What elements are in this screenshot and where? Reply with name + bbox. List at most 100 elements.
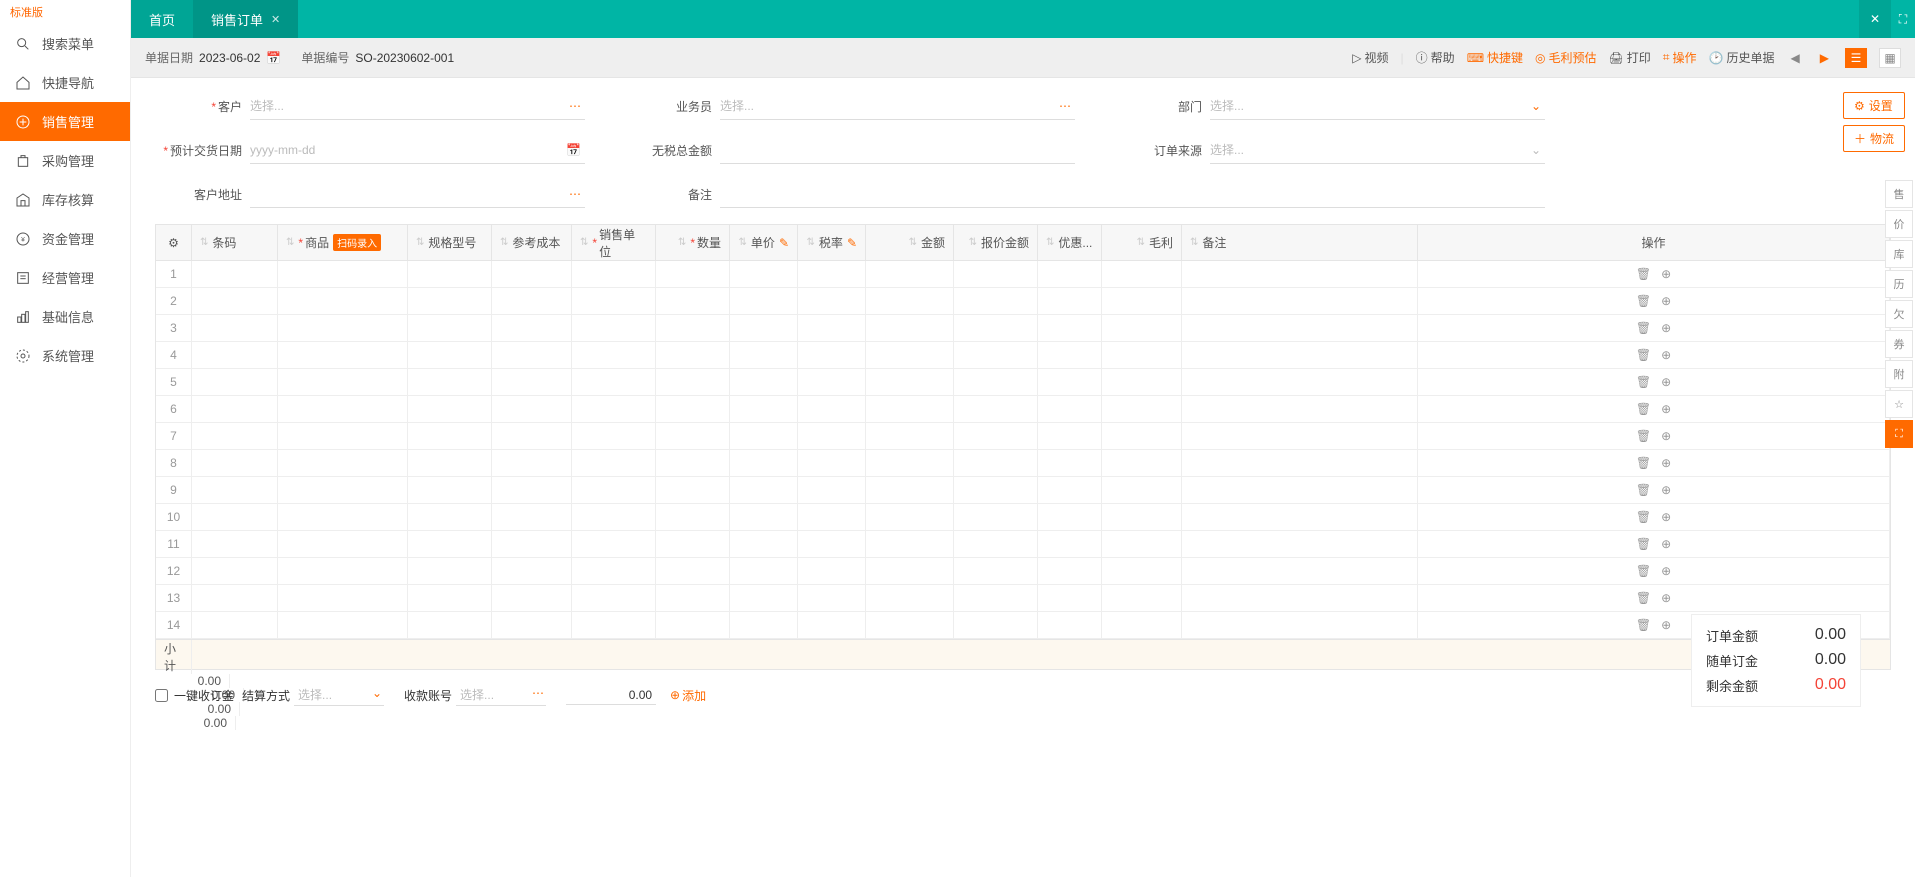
th-unit[interactable]: ⇅*销售单位 [572,225,656,260]
salesperson-input[interactable] [720,92,1055,119]
cell-amount[interactable] [866,558,954,584]
cell-quoteamt[interactable] [954,315,1038,341]
cell-product[interactable] [278,558,408,584]
cell-qty[interactable] [656,558,730,584]
table-row[interactable]: 14🗑⊕ [156,612,1890,639]
cell-unit[interactable] [572,504,656,530]
cell-unit[interactable] [572,477,656,503]
cell-spec[interactable] [408,612,492,638]
cell-refcost[interactable] [492,612,572,638]
doc-date-value[interactable]: 2023-06-02 [199,51,260,65]
cell-remark[interactable] [1182,342,1418,368]
cell-gross[interactable] [1102,288,1182,314]
cell-amount[interactable] [866,504,954,530]
ellipsis-icon[interactable]: ⋯ [565,99,585,113]
fullscreen-icon[interactable]: ⛶ [1891,12,1915,27]
copy-icon[interactable]: ⊕ [1661,429,1671,443]
cell-discount[interactable] [1038,342,1102,368]
delivery-input[interactable] [250,136,562,163]
cell-gross[interactable] [1102,558,1182,584]
cell-price[interactable] [730,585,798,611]
chevron-down-icon[interactable]: ⌄ [1527,99,1545,113]
cell-gross[interactable] [1102,450,1182,476]
cell-refcost[interactable] [492,423,572,449]
cell-refcost[interactable] [492,261,572,287]
copy-icon[interactable]: ⊕ [1661,537,1671,551]
cell-qty[interactable] [656,315,730,341]
cell-spec[interactable] [408,558,492,584]
delete-icon[interactable]: 🗑 [1636,429,1651,443]
ellipsis-icon[interactable]: ⋯ [565,187,585,201]
delete-icon[interactable]: 🗑 [1636,618,1651,632]
cell-remark[interactable] [1182,531,1418,557]
tool-video[interactable]: ▷ 视频 [1352,49,1388,66]
delete-icon[interactable]: 🗑 [1636,402,1651,416]
cell-remark[interactable] [1182,369,1418,395]
cell-spec[interactable] [408,288,492,314]
cell-spec[interactable] [408,369,492,395]
customer-input[interactable] [250,92,565,119]
cell-amount[interactable] [866,261,954,287]
cell-discount[interactable] [1038,477,1102,503]
sidebar-item-search[interactable]: 搜索菜单 [0,24,130,63]
cell-refcost[interactable] [492,477,572,503]
cell-amount[interactable] [866,315,954,341]
cell-remark[interactable] [1182,477,1418,503]
cell-unit[interactable] [572,423,656,449]
cell-gross[interactable] [1102,585,1182,611]
cell-price[interactable] [730,342,798,368]
cell-remark[interactable] [1182,288,1418,314]
cell-unit[interactable] [572,531,656,557]
ellipsis-icon[interactable]: ⋯ [1055,99,1075,113]
cell-discount[interactable] [1038,585,1102,611]
dept-input[interactable] [1210,92,1527,119]
copy-icon[interactable]: ⊕ [1661,375,1671,389]
cell-product[interactable] [278,531,408,557]
table-row[interactable]: 2🗑⊕ [156,288,1890,315]
cell-product[interactable] [278,423,408,449]
cell-refcost[interactable] [492,531,572,557]
cell-unit[interactable] [572,261,656,287]
sidebar-item-finance[interactable]: ¥资金管理 [0,219,130,258]
cell-tax[interactable] [798,612,866,638]
cell-barcode[interactable] [192,396,278,422]
th-quoteamt[interactable]: ⇅报价金额 [954,225,1038,260]
cell-price[interactable] [730,450,798,476]
sidebar-item-home[interactable]: 快捷导航 [0,63,130,102]
cell-product[interactable] [278,450,408,476]
dock-item-1[interactable]: 价 [1885,210,1913,238]
cell-discount[interactable] [1038,369,1102,395]
tool-operate[interactable]: ⌗ 操作 [1663,49,1697,66]
cell-price[interactable] [730,612,798,638]
delete-icon[interactable]: 🗑 [1636,267,1651,281]
cell-quoteamt[interactable] [954,612,1038,638]
cell-price[interactable] [730,369,798,395]
view-detail-button[interactable]: ☰ [1845,48,1867,68]
footer-amount[interactable]: 0.00 [566,686,656,705]
cell-spec[interactable] [408,585,492,611]
dock-item-4[interactable]: 欠 [1885,300,1913,328]
th-gear[interactable]: ⚙ [156,225,192,260]
table-row[interactable]: 8🗑⊕ [156,450,1890,477]
cell-spec[interactable] [408,342,492,368]
delete-icon[interactable]: 🗑 [1636,510,1651,524]
dock-item-6[interactable]: 附 [1885,360,1913,388]
sidebar-item-system[interactable]: 系统管理 [0,336,130,375]
copy-icon[interactable]: ⊕ [1661,510,1671,524]
cell-discount[interactable] [1038,558,1102,584]
cell-tax[interactable] [798,585,866,611]
cell-quoteamt[interactable] [954,504,1038,530]
cell-quoteamt[interactable] [954,477,1038,503]
view-compact-button[interactable]: ▦ [1879,48,1901,68]
table-row[interactable]: 5🗑⊕ [156,369,1890,396]
cell-tax[interactable] [798,423,866,449]
copy-icon[interactable]: ⊕ [1661,564,1671,578]
th-discount[interactable]: ⇅优惠... [1038,225,1102,260]
copy-icon[interactable]: ⊕ [1661,591,1671,605]
cell-qty[interactable] [656,477,730,503]
delete-icon[interactable]: 🗑 [1636,483,1651,497]
cell-spec[interactable] [408,504,492,530]
delete-icon[interactable]: 🗑 [1636,456,1651,470]
cell-price[interactable] [730,504,798,530]
cell-discount[interactable] [1038,531,1102,557]
